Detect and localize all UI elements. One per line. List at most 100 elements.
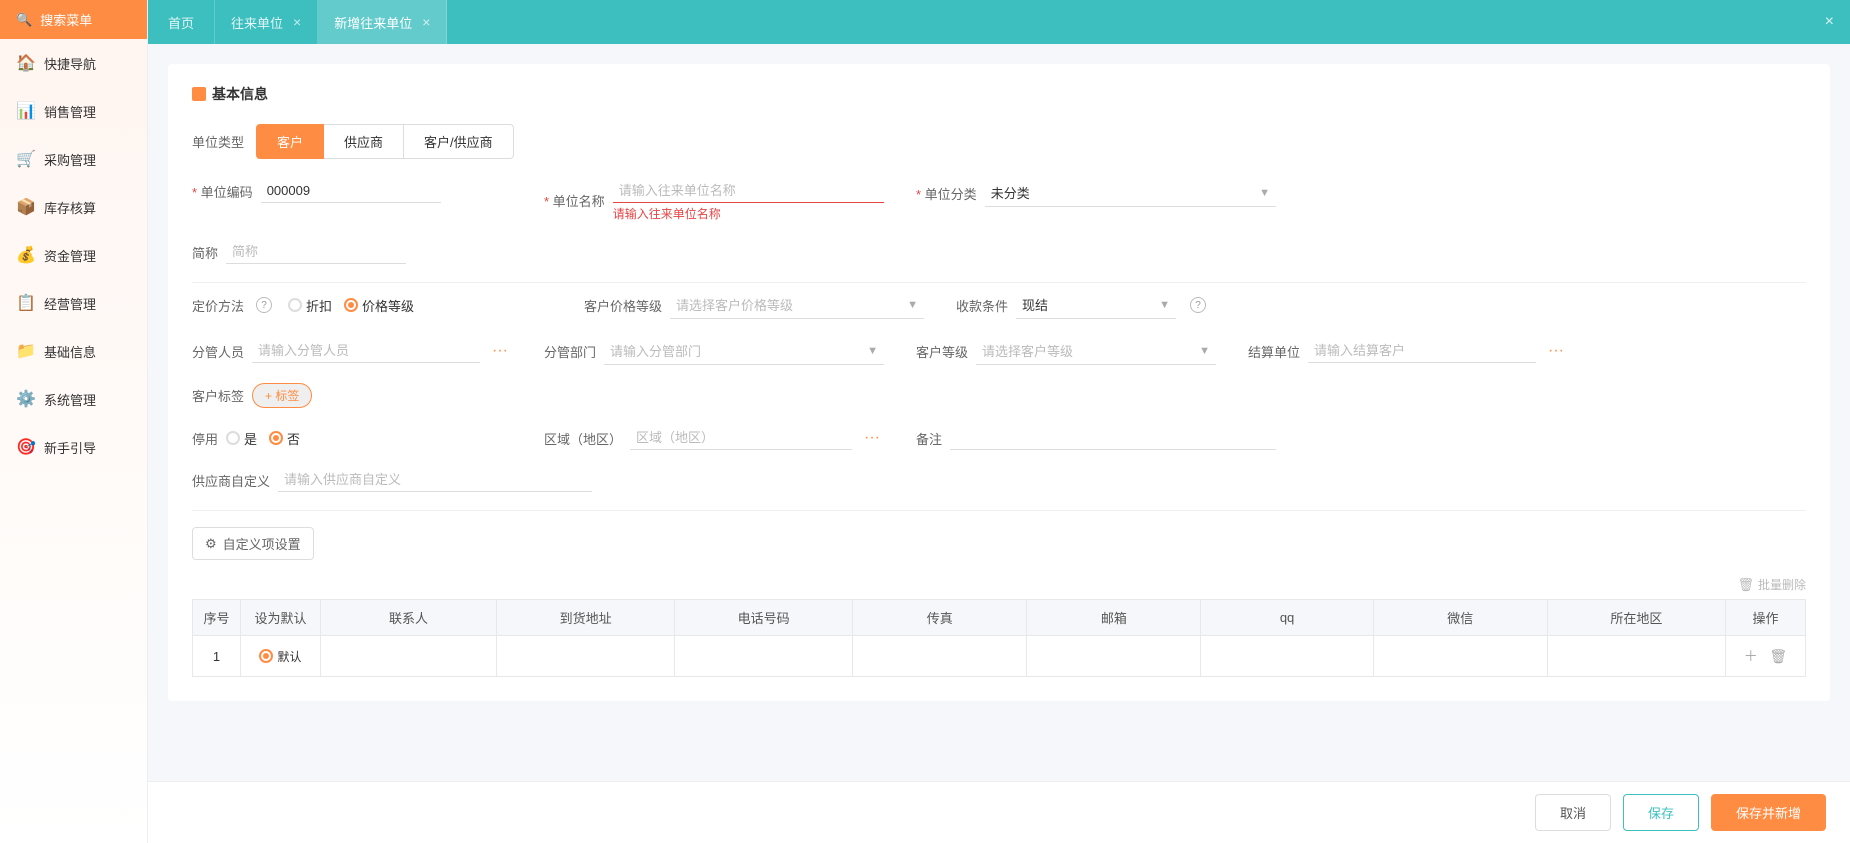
phone-input[interactable] (685, 649, 842, 664)
type-btn-customer[interactable]: 客户 (256, 124, 324, 159)
email-input[interactable] (1037, 649, 1190, 664)
cell-address[interactable] (497, 636, 675, 677)
sidebar-item-quick-nav[interactable]: 🏠 快捷导航 (0, 39, 147, 87)
payment-terms-select[interactable]: 现结 ▼ (1016, 291, 1176, 319)
department-select[interactable]: 请输入分管部门 ▼ (604, 337, 884, 365)
qq-input[interactable] (1211, 649, 1362, 664)
custom-settings-btn[interactable]: ⚙ 自定义项设置 (192, 527, 314, 560)
unit-type-row: 单位类型 客户 供应商 客户/供应商 (192, 124, 1806, 159)
pricing-help-icon[interactable]: ? (256, 297, 272, 313)
remark-label: 备注 (916, 429, 942, 448)
chevron-down-icon4: ▼ (867, 345, 878, 357)
region-more-btn[interactable]: ··· (860, 429, 884, 447)
sidebar-item-finance[interactable]: 💰 资金管理 (0, 231, 147, 279)
customer-price-select[interactable]: 请选择客户价格等级 ▼ (670, 291, 924, 319)
sidebar-item-sales[interactable]: 📊 销售管理 (0, 87, 147, 135)
radio-discount[interactable]: 折扣 (288, 296, 332, 315)
type-btn-supplier[interactable]: 供应商 (324, 124, 404, 159)
finance-icon: 💰 (16, 245, 36, 265)
unit-code-input[interactable] (261, 179, 441, 203)
sidebar-item-new-guide[interactable]: 🎯 新手引导 (0, 423, 147, 471)
add-row-btn[interactable]: ＋ (1740, 644, 1762, 668)
cancel-button[interactable]: 取消 (1535, 794, 1611, 831)
field-region: 区域（地区） ··· (544, 426, 884, 450)
unit-name-input[interactable] (613, 179, 884, 203)
sidebar: 🔍 搜索菜单 🏠 快捷导航 📊 销售管理 🛒 采购管理 📦 库存核算 💰 资金管… (0, 0, 148, 843)
close-all-tabs[interactable]: × (1809, 0, 1850, 44)
save-new-button[interactable]: 保存并新增 (1711, 794, 1826, 831)
radio-no-circle (269, 431, 283, 445)
cell-contact[interactable] (321, 636, 497, 677)
sidebar-item-purchase[interactable]: 🛒 采购管理 (0, 135, 147, 183)
manager-input[interactable] (252, 339, 480, 363)
customer-level-label: 客户等级 (916, 342, 968, 361)
pricing-label: 定价方法 (192, 296, 244, 315)
settlement-input[interactable] (1308, 339, 1536, 363)
add-tag-btn[interactable]: + 标签 (252, 383, 312, 408)
radio-price-level[interactable]: 价格等级 (344, 296, 414, 315)
tab-partners-close[interactable]: × (293, 14, 301, 30)
unit-name-label: 单位名称 (544, 191, 605, 210)
cell-seq: 1 (193, 636, 241, 677)
sales-icon: 📊 (16, 101, 36, 121)
batch-delete-icon: 🗑 (1737, 577, 1754, 593)
tab-new-partner-close[interactable]: × (422, 14, 430, 30)
sidebar-item-label: 快捷导航 (44, 54, 96, 73)
manager-more-btn[interactable]: ··· (488, 342, 512, 360)
tab-new-partner[interactable]: 新增往来单位 × (318, 0, 447, 44)
row-manager: 分管人员 ··· 分管部门 请输入分管部门 ▼ 客户等级 请选择客户等级 (192, 337, 1806, 365)
region-col-input[interactable] (1558, 649, 1715, 664)
sidebar-item-label: 采购管理 (44, 150, 96, 169)
home-icon: 🏠 (16, 53, 36, 73)
radio-no[interactable]: 否 (269, 429, 300, 448)
cell-fax[interactable] (853, 636, 1027, 677)
radio-price-level-circle (344, 298, 358, 312)
field-customer-tag: 客户标签 + 标签 (192, 383, 1806, 408)
payment-terms-help-icon[interactable]: ? (1190, 297, 1206, 313)
field-department: 分管部门 请输入分管部门 ▼ (544, 337, 884, 365)
region-input[interactable] (630, 426, 852, 450)
del-row-btn[interactable]: 🗑 (1765, 646, 1791, 667)
cell-phone[interactable] (675, 636, 853, 677)
remark-input[interactable] (950, 426, 1276, 450)
basic-info-icon: 📁 (16, 341, 36, 361)
cell-wechat[interactable] (1373, 636, 1547, 677)
field-unit-category: 单位分类 未分类 ▼ (916, 179, 1276, 207)
batch-delete-label[interactable]: 批量删除 (1758, 576, 1806, 593)
pricing-radio-group: 折扣 价格等级 (288, 296, 414, 315)
sidebar-item-system[interactable]: ⚙️ 系统管理 (0, 375, 147, 423)
contacts-table: 序号 设为默认 联系人 到货地址 电话号码 传真 邮箱 qq 微信 所在地区 操… (192, 599, 1806, 677)
cell-qq[interactable] (1201, 636, 1373, 677)
sidebar-item-basic-info[interactable]: 📁 基础信息 (0, 327, 147, 375)
save-button[interactable]: 保存 (1623, 794, 1699, 831)
address-input[interactable] (507, 649, 664, 664)
main-area: 首页 往来单位 × 新增往来单位 × × 基本信息 单位类型 客户 供应 (148, 0, 1850, 843)
tab-new-partner-label: 新增往来单位 (334, 13, 412, 32)
radio-yes[interactable]: 是 (226, 429, 257, 448)
cell-region[interactable] (1547, 636, 1725, 677)
wechat-input[interactable] (1384, 649, 1537, 664)
settlement-more-btn[interactable]: ··· (1544, 342, 1568, 360)
cell-email[interactable] (1027, 636, 1201, 677)
short-name-input[interactable] (226, 240, 406, 264)
department-label: 分管部门 (544, 342, 596, 361)
field-customer-level: 客户等级 请选择客户等级 ▼ (916, 337, 1216, 365)
unit-category-value: 未分类 (991, 183, 1030, 202)
search-menu-btn[interactable]: 🔍 搜索菜单 (0, 0, 147, 39)
fax-input[interactable] (863, 649, 1016, 664)
cell-default[interactable]: 默认 (241, 636, 321, 677)
type-btn-both[interactable]: 客户/供应商 (404, 124, 514, 159)
supplier-custom-input[interactable] (278, 468, 592, 492)
default-radio[interactable]: 默认 (251, 648, 310, 665)
unit-category-select[interactable]: 未分类 ▼ (985, 179, 1276, 207)
col-address: 到货地址 (497, 600, 675, 636)
customer-level-select[interactable]: 请选择客户等级 ▼ (976, 337, 1216, 365)
tab-partners[interactable]: 往来单位 × (215, 0, 318, 44)
tab-home[interactable]: 首页 (148, 0, 215, 44)
field-payment-terms: 收款条件 现结 ▼ ? (956, 291, 1316, 319)
col-fax: 传真 (853, 600, 1027, 636)
field-unit-name: 单位名称 请输入往来单位名称 (544, 179, 884, 222)
contact-input[interactable] (331, 649, 486, 664)
sidebar-item-operation[interactable]: 📋 经营管理 (0, 279, 147, 327)
sidebar-item-inventory[interactable]: 📦 库存核算 (0, 183, 147, 231)
